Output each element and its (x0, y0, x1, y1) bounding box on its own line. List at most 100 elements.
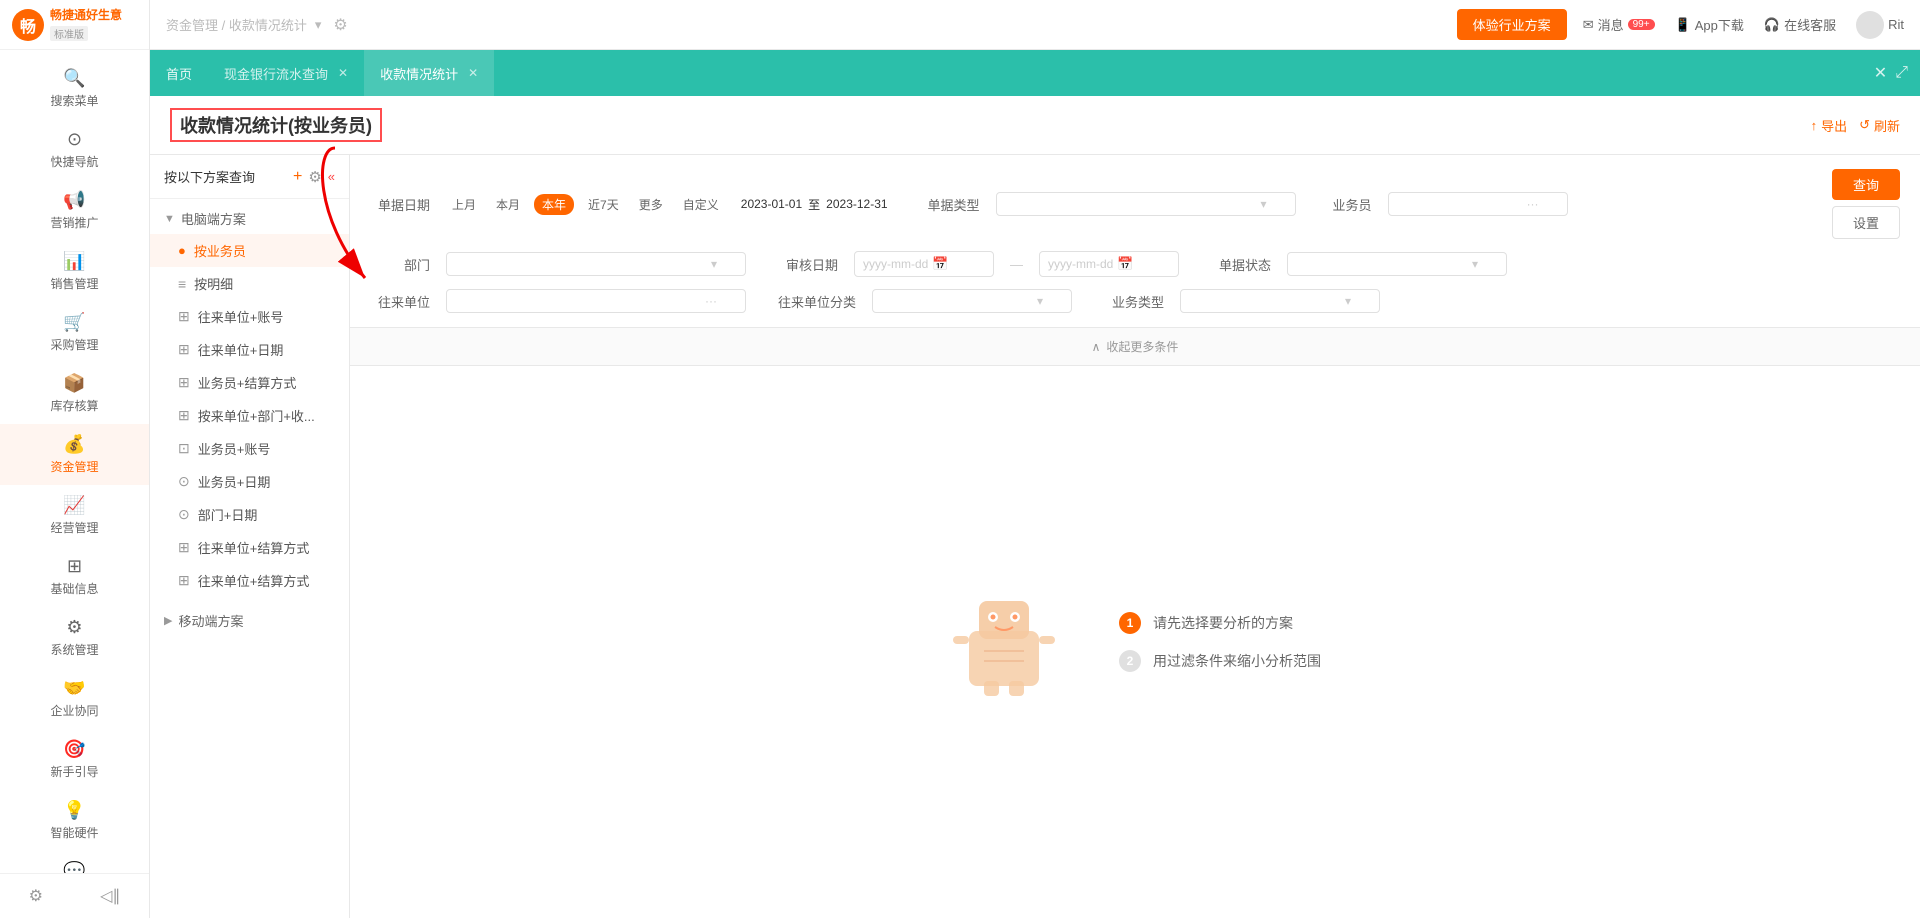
partner-date-icon: ⊞ (178, 341, 190, 358)
scheme-item-by-partner-dept[interactable]: ⊞ 按来单位+部门+收... (150, 399, 349, 432)
collapse-icon: ∧ (1092, 340, 1101, 354)
left-panel-header: 按以下方案查询 + ⚙ « (150, 155, 349, 199)
sidebar: 畅 畅捷通好生意 标准版 🔍 搜索菜单 ⊙ 快捷导航 📢 营销推广 📊 销售管理… (0, 0, 150, 918)
scheme-group-header-desktop[interactable]: ▼ 电脑端方案 (150, 203, 349, 234)
sidebar-item-search-menu[interactable]: 🔍 搜索菜单 (0, 58, 149, 119)
partner-class-label: 往来单位分类 (778, 292, 856, 311)
scheme-item-partner-settlement1[interactable]: ⊞ 往来单位+结算方式 (150, 531, 349, 564)
doc-status-select[interactable]: ▾ (1287, 252, 1507, 276)
collapse-more-btn[interactable]: ∧ 收起更多条件 (350, 328, 1920, 366)
tabbar-maximize-icon[interactable]: ⤢ (1895, 64, 1908, 82)
mobile-group-label: 移动端方案 (178, 611, 243, 630)
tab-collection-stats[interactable]: 收款情况统计 ✕ (364, 50, 494, 96)
scheme-item-by-detail[interactable]: ≡ 按明细 (150, 267, 349, 300)
breadcrumb-dropdown-icon[interactable]: ▾ (315, 17, 322, 33)
review-date-to[interactable]: yyyy-mm-dd 📅 (1039, 251, 1179, 277)
scheme-item-salesperson-date[interactable]: ⊙ 业务员+日期 (150, 465, 349, 498)
sidebar-item-guide[interactable]: 🎯 新手引导 (0, 729, 149, 790)
sidebar-item-quick-nav[interactable]: ⊙ 快捷导航 (0, 119, 149, 180)
date-btn-7days[interactable]: 近7天 (582, 194, 625, 215)
date-btn-this-year[interactable]: 本年 (534, 194, 574, 215)
sidebar-label-enterprise: 企业协同 (50, 702, 98, 719)
doc-type-select[interactable]: ▾ (996, 192, 1296, 216)
sidebar-item-inventory[interactable]: 📦 库存核算 (0, 363, 149, 424)
query-btn[interactable]: 查询 (1832, 169, 1900, 200)
sidebar-item-finance[interactable]: 💰 资金管理 (0, 424, 149, 485)
sidebar-item-purchase[interactable]: 🛒 采购管理 (0, 302, 149, 363)
sidebar-item-sales[interactable]: 📊 销售管理 (0, 241, 149, 302)
step-1-text: 请先选择要分析的方案 (1153, 613, 1293, 633)
date-picker-to-icon[interactable]: 📅 (1117, 256, 1133, 272)
salesperson-select[interactable]: ··· (1388, 192, 1568, 216)
scheme-settings-icon[interactable]: ⚙ (308, 168, 321, 186)
partner-settlement2-icon: ⊞ (178, 572, 190, 589)
sidebar-item-basic-info[interactable]: ⊞ 基础信息 (0, 546, 149, 607)
scheme-item-partner-date[interactable]: ⊞ 往来单位+日期 (150, 333, 349, 366)
salesperson-label: 业务员 (1312, 195, 1372, 214)
trial-btn[interactable]: 体验行业方案 (1457, 9, 1567, 40)
partner-dots[interactable]: ··· (705, 294, 717, 308)
tabbar-close-icon[interactable]: ✕ (1874, 63, 1887, 83)
date-quick-group: 上月 本月 本年 近7天 更多 自定义 (446, 194, 725, 215)
scheme-item-partner-account[interactable]: ⊞ 往来单位+账号 (150, 300, 349, 333)
date-btn-this-month[interactable]: 本月 (490, 194, 526, 215)
scheme-collapse-icon[interactable]: « (328, 169, 335, 184)
step-2-text: 用过滤条件来缩小分析范围 (1153, 651, 1321, 671)
date-btn-last-month[interactable]: 上月 (446, 194, 482, 215)
topbar-settings-icon[interactable]: ⚙ (333, 15, 347, 35)
partner-settlement2-label: 往来单位+结算方式 (198, 571, 310, 590)
sidebar-item-wechat[interactable]: 💬 企业微信 (0, 851, 149, 873)
biz-type-select[interactable]: ▾ (1180, 289, 1380, 313)
tab-close-bank-flow[interactable]: ✕ (338, 66, 348, 80)
partner-class-select[interactable]: ▾ (872, 289, 1072, 313)
left-panel: 按以下方案查询 + ⚙ « ▼ 电脑端方案 ● 按业务员 (150, 155, 350, 918)
service-icon: 🎧 (1764, 17, 1780, 33)
export-btn[interactable]: ↑ 导出 (1811, 116, 1848, 135)
scheme-item-partner-settlement2[interactable]: ⊞ 往来单位+结算方式 (150, 564, 349, 597)
tab-close-collection-stats[interactable]: ✕ (468, 66, 478, 80)
refresh-btn[interactable]: ↺ 刷新 (1859, 116, 1900, 135)
date-picker-from-icon[interactable]: 📅 (932, 256, 948, 272)
salesperson-scheme-icon: ● (178, 243, 186, 258)
message-item[interactable]: ✉ 消息 99+ (1583, 15, 1655, 34)
logo-icon: 畅 (12, 9, 44, 41)
app-download-item[interactable]: 📱 App下载 (1675, 15, 1744, 34)
logo-tag: 标准版 (50, 26, 88, 41)
export-icon: ↑ (1811, 118, 1818, 133)
sidebar-item-enterprise[interactable]: 🤝 企业协同 (0, 668, 149, 729)
sidebar-label-guide: 新手引导 (50, 763, 98, 780)
home-tab-label: 首页 (166, 64, 192, 83)
scheme-item-by-salesperson[interactable]: ● 按业务员 (150, 234, 349, 267)
collapse-sidebar-icon[interactable]: ◁∥ (100, 886, 120, 906)
partner-select[interactable]: ··· (446, 289, 746, 313)
scheme-item-salesperson-settlement[interactable]: ⊞ 业务员+结算方式 (150, 366, 349, 399)
online-service-item[interactable]: 🎧 在线客服 (1764, 15, 1836, 34)
dept-select[interactable]: ▾ (446, 252, 746, 276)
sidebar-item-smart-hw[interactable]: 💡 智能硬件 (0, 790, 149, 851)
sidebar-item-system[interactable]: ⚙ 系统管理 (0, 607, 149, 668)
settings-btn[interactable]: 设置 (1832, 206, 1900, 239)
settings-bottom-icon[interactable]: ⚙ (29, 886, 43, 906)
user-item[interactable]: Rit (1856, 11, 1904, 39)
add-scheme-icon[interactable]: + (293, 168, 302, 186)
mobile-group-arrow: ▶ (164, 614, 172, 627)
scheme-item-salesperson-account[interactable]: ⊡ 业务员+账号 (150, 432, 349, 465)
date-btn-more[interactable]: 更多 (633, 194, 669, 215)
sidebar-item-operations[interactable]: 📈 经营管理 (0, 485, 149, 546)
salesperson-dots[interactable]: ··· (1527, 197, 1539, 211)
scheme-group-header-mobile[interactable]: ▶ 移动端方案 (150, 605, 349, 636)
salesperson-date-label: 业务员+日期 (198, 472, 271, 491)
scheme-group-desktop: ▼ 电脑端方案 ● 按业务员 ≡ 按明细 ⊞ 往来单位+账号 (150, 199, 349, 601)
date-btn-custom[interactable]: 自定义 (677, 194, 725, 215)
partner-settlement1-label: 往来单位+结算方式 (198, 538, 310, 557)
sidebar-item-marketing[interactable]: 📢 营销推广 (0, 180, 149, 241)
tab-home[interactable]: 首页 (150, 50, 208, 96)
date-range-sep: 至 (808, 196, 820, 213)
tab-bank-flow[interactable]: 现金银行流水查询 ✕ (208, 50, 364, 96)
scheme-item-dept-date[interactable]: ⊙ 部门+日期 (150, 498, 349, 531)
sidebar-label-inventory: 库存核算 (50, 397, 98, 414)
biz-type-label: 业务类型 (1104, 292, 1164, 311)
review-date-from[interactable]: yyyy-mm-dd 📅 (854, 251, 994, 277)
date-from-value: 2023-01-01 (741, 197, 802, 211)
desktop-group-arrow: ▼ (164, 213, 175, 225)
